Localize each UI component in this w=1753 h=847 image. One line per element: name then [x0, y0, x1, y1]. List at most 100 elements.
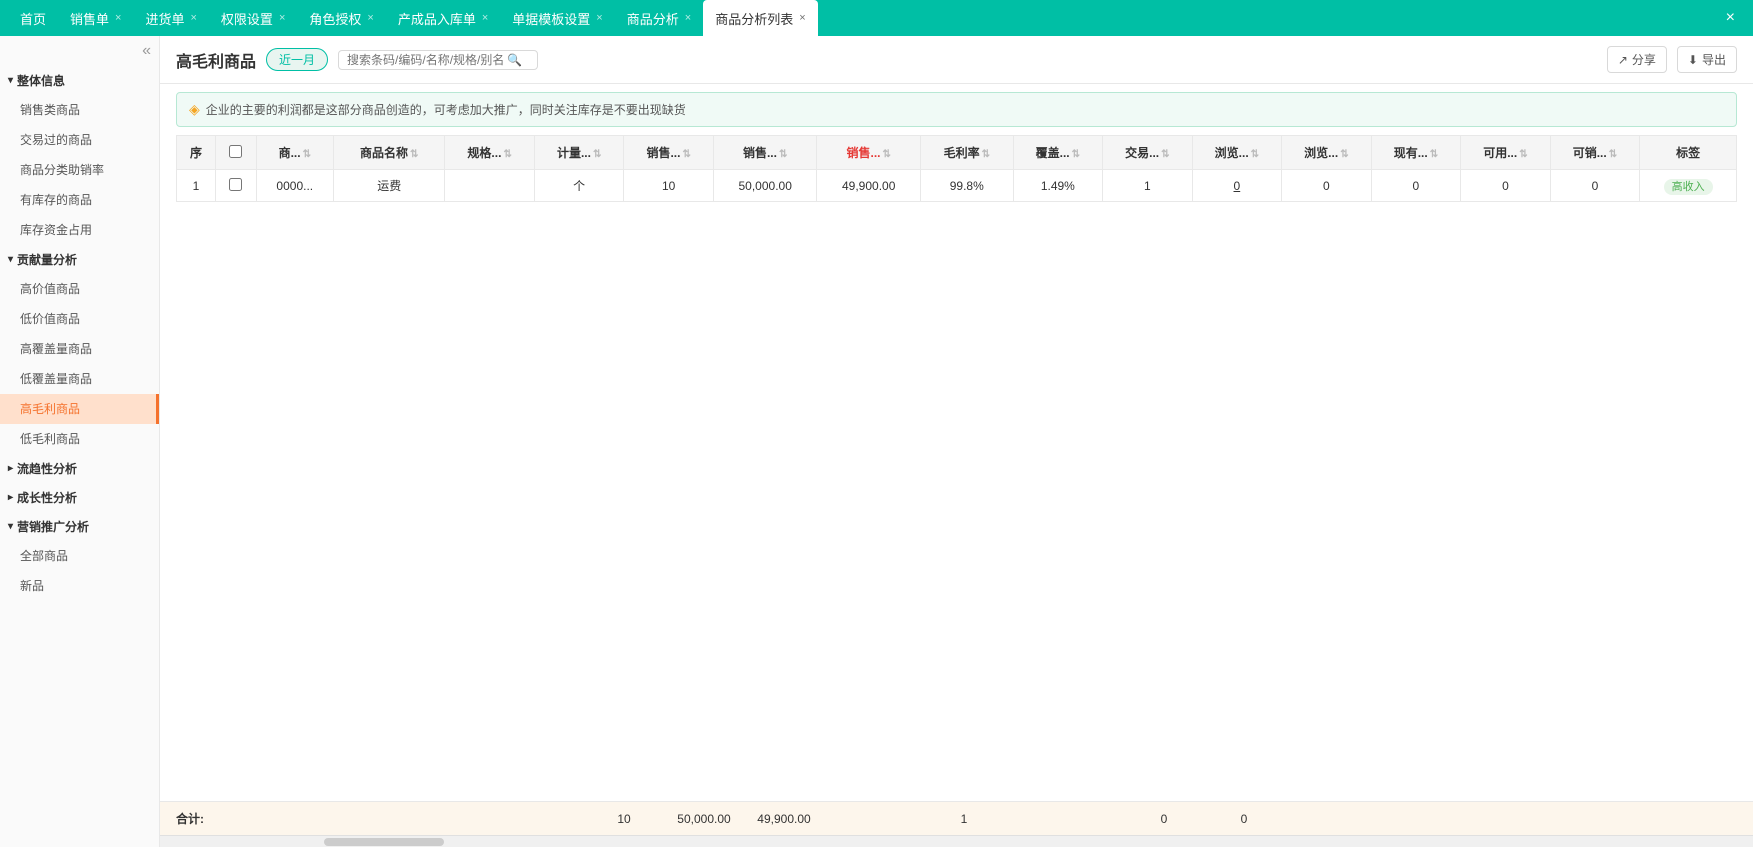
nav-product-warehouse[interactable]: 产成品入库单 ×: [386, 0, 500, 36]
footer-trade-times: 1: [924, 812, 1004, 826]
window-close-button[interactable]: ×: [1716, 9, 1745, 27]
nav-sales-order[interactable]: 销售单 ×: [58, 0, 133, 36]
nav-permission-settings[interactable]: 权限设置 ×: [209, 0, 297, 36]
close-icon[interactable]: ×: [685, 12, 691, 24]
sort-icon: ⇅: [1072, 149, 1080, 160]
col-browse2[interactable]: 浏览...⇅: [1282, 136, 1372, 170]
scrollbar-thumb[interactable]: [324, 838, 444, 846]
sidebar-item-capital-usage[interactable]: 库存资金占用: [0, 215, 159, 245]
sidebar-item-traded-goods[interactable]: 交易过的商品: [0, 125, 159, 155]
sidebar-item-all-goods[interactable]: 全部商品: [0, 541, 159, 571]
arrow-down-icon: ▾: [8, 254, 13, 265]
sidebar-item-low-coverage[interactable]: 低覆盖量商品: [0, 364, 159, 394]
content-area: 高毛利商品 近一月 🔍 ↗ 分享 ⬇ 导出 ◈ 企业的主要的利润都是这部分商品创…: [160, 36, 1753, 847]
sidebar-group-marketing[interactable]: ▾ 营销推广分析: [0, 512, 159, 541]
cell-saleable-stock: 0: [1550, 170, 1640, 202]
close-icon[interactable]: ×: [190, 12, 196, 24]
filter-recent-month-button[interactable]: 近一月: [266, 48, 328, 71]
col-code[interactable]: 商...⇅: [256, 136, 334, 170]
col-checkbox: [216, 136, 257, 170]
col-tag: 标签: [1640, 136, 1737, 170]
sort-icon: ⇅: [503, 149, 511, 160]
sidebar-item-category-rate[interactable]: 商品分类助销率: [0, 155, 159, 185]
col-unit[interactable]: 计量...⇅: [534, 136, 624, 170]
cell-code: 0000...: [256, 170, 334, 202]
nav-template-settings[interactable]: 单据模板设置 ×: [500, 0, 614, 36]
nav-purchase-order[interactable]: 进货单 ×: [133, 0, 208, 36]
sidebar-group-contribution[interactable]: ▾ 贡献量分析: [0, 245, 159, 274]
table-container: 序 商...⇅ 商品名称⇅ 规格...⇅ 计量...⇅ 销售...⇅ 销售...…: [160, 135, 1753, 801]
footer-sales-amt: 50,000.00: [664, 812, 744, 826]
search-icon[interactable]: 🔍: [507, 53, 522, 67]
data-table: 序 商...⇅ 商品名称⇅ 规格...⇅ 计量...⇅ 销售...⇅ 销售...…: [176, 135, 1737, 202]
close-icon[interactable]: ×: [596, 12, 602, 24]
search-input[interactable]: [347, 53, 507, 67]
col-sales-amt[interactable]: 销售...⇅: [713, 136, 817, 170]
close-icon[interactable]: ×: [482, 12, 488, 24]
col-trade-times[interactable]: 交易...⇅: [1103, 136, 1193, 170]
col-avail-stock[interactable]: 可用...⇅: [1461, 136, 1551, 170]
cell-checkbox[interactable]: [216, 170, 257, 202]
cell-avail-stock: 0: [1461, 170, 1551, 202]
top-nav: 首页 销售单 × 进货单 × 权限设置 × 角色授权 × 产成品入库单 × 单据…: [0, 0, 1753, 36]
row-checkbox[interactable]: [229, 178, 242, 191]
close-icon[interactable]: ×: [367, 12, 373, 24]
col-sales-qty[interactable]: 销售...⇅: [624, 136, 714, 170]
cell-current-stock: 0: [1371, 170, 1461, 202]
cell-unit: 个: [534, 170, 624, 202]
sort-icon: ⇅: [303, 149, 311, 160]
sidebar-item-high-value[interactable]: 高价值商品: [0, 274, 159, 304]
footer-sales-profit: 49,900.00: [744, 812, 824, 826]
close-icon[interactable]: ×: [115, 12, 121, 24]
horizontal-scrollbar[interactable]: [160, 835, 1753, 847]
col-coverage[interactable]: 覆盖...⇅: [1013, 136, 1103, 170]
sort-icon: ⇅: [1519, 149, 1527, 160]
arrow-down-icon: ▾: [8, 521, 13, 532]
export-button[interactable]: ⬇ 导出: [1677, 46, 1737, 73]
sidebar-item-high-margin[interactable]: 高毛利商品: [0, 394, 159, 424]
share-icon: ↗: [1618, 53, 1628, 67]
cell-coverage: 1.49%: [1013, 170, 1103, 202]
col-spec[interactable]: 规格...⇅: [445, 136, 535, 170]
col-gross-rate[interactable]: 毛利率⇅: [920, 136, 1013, 170]
sidebar-group-growth[interactable]: ▸ 成长性分析: [0, 483, 159, 512]
cell-trade-times: 1: [1103, 170, 1193, 202]
sort-icon: ⇅: [1251, 149, 1259, 160]
select-all-checkbox[interactable]: [229, 145, 242, 158]
col-saleable-stock[interactable]: 可销...⇅: [1550, 136, 1640, 170]
sort-icon: ⇅: [779, 149, 787, 160]
nav-product-analysis-list[interactable]: 商品分析列表 ×: [703, 0, 817, 36]
close-icon[interactable]: ×: [799, 12, 805, 24]
sidebar-item-new-goods[interactable]: 新品: [0, 571, 159, 601]
cell-gross-rate: 99.8%: [920, 170, 1013, 202]
nav-role-auth[interactable]: 角色授权 ×: [297, 0, 385, 36]
col-sales-profit[interactable]: 销售...⇅: [817, 136, 921, 170]
sort-icon: ⇅: [1340, 149, 1348, 160]
sidebar-group-overall[interactable]: ▾ 整体信息: [0, 66, 159, 95]
col-browse1[interactable]: 浏览...⇅: [1192, 136, 1282, 170]
cell-sales-qty: 10: [624, 170, 714, 202]
sidebar-item-low-value[interactable]: 低价值商品: [0, 304, 159, 334]
info-text: 企业的主要的利润都是这部分商品创造的，可考虑加大推广，同时关注库存是不要出现缺货: [206, 101, 686, 118]
cell-browse1[interactable]: 0: [1192, 170, 1282, 202]
sidebar-item-high-coverage[interactable]: 高覆盖量商品: [0, 334, 159, 364]
nav-home[interactable]: 首页: [8, 0, 58, 36]
sidebar-group-trend[interactable]: ▸ 流趋性分析: [0, 454, 159, 483]
cell-index: 1: [177, 170, 216, 202]
nav-product-analysis[interactable]: 商品分析 ×: [615, 0, 703, 36]
col-name[interactable]: 商品名称⇅: [334, 136, 445, 170]
sort-icon: ⇅: [593, 149, 601, 160]
sort-icon: ⇅: [1609, 149, 1617, 160]
sidebar-item-in-stock[interactable]: 有库存的商品: [0, 185, 159, 215]
content-header: 高毛利商品 近一月 🔍 ↗ 分享 ⬇ 导出: [160, 36, 1753, 84]
cell-tag: 高收入: [1640, 170, 1737, 202]
close-icon[interactable]: ×: [279, 12, 285, 24]
col-current-stock[interactable]: 现有...⇅: [1371, 136, 1461, 170]
sidebar-item-sales-goods[interactable]: 销售类商品: [0, 95, 159, 125]
share-button[interactable]: ↗ 分享: [1607, 46, 1667, 73]
sort-icon: ⇅: [1430, 149, 1438, 160]
sidebar-collapse-button[interactable]: «: [0, 36, 159, 66]
arrow-down-icon: ▾: [8, 75, 13, 86]
cell-name: 运费: [334, 170, 445, 202]
sidebar-item-low-margin[interactable]: 低毛利商品: [0, 424, 159, 454]
